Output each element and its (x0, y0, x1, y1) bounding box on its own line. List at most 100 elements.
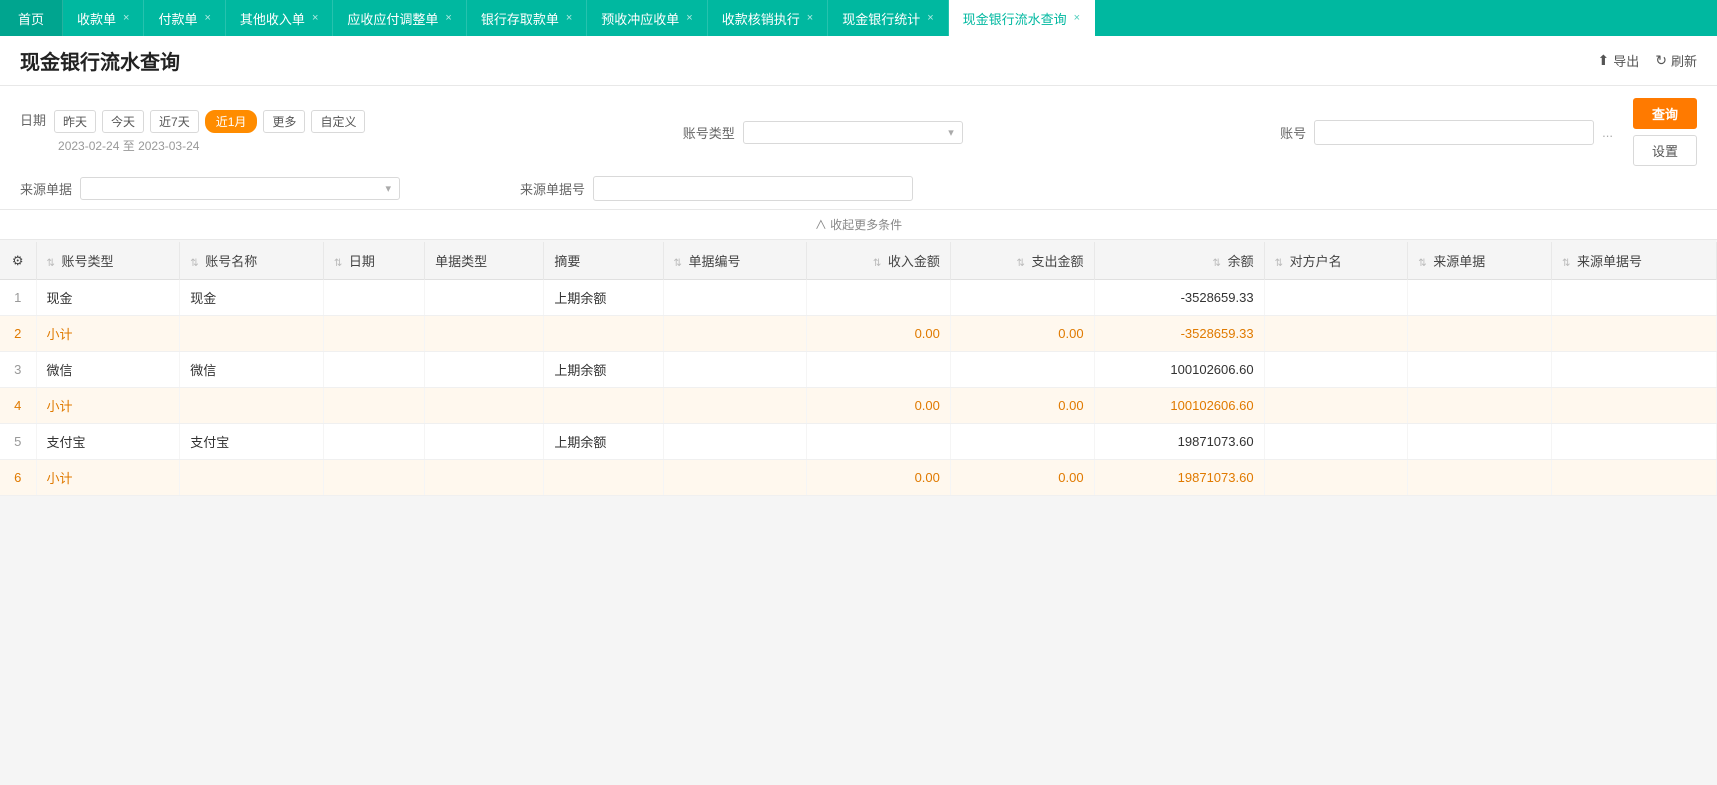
cell-doc-type (425, 424, 544, 460)
cell-doc-type (425, 280, 544, 316)
cell-source-doc-no (1551, 352, 1716, 388)
col-source-doc-no[interactable]: ⇅ 来源单据号 (1551, 242, 1716, 280)
cell-date (323, 388, 424, 424)
col-income[interactable]: ⇅ 收入金额 (807, 242, 951, 280)
close-icon[interactable]: × (204, 12, 210, 24)
date-range: 2023-02-24 至 2023-03-24 (58, 137, 365, 154)
close-icon[interactable]: × (807, 12, 813, 24)
col-expense[interactable]: ⇅ 支出金额 (950, 242, 1094, 280)
nav-item-yingshou[interactable]: 应收应付调整单 × (333, 0, 466, 36)
nav-item-yinhang[interactable]: 银行存取款单 × (467, 0, 587, 36)
cell-summary (544, 460, 663, 496)
close-icon[interactable]: × (312, 12, 318, 24)
filter-row-1: 日期 昨天 今天 近7天 近1月 更多 自定义 2023-02-24 至 202… (20, 98, 1697, 166)
date-btn-7days[interactable]: 近7天 (150, 110, 199, 133)
cell-balance: -3528659.33 (1094, 280, 1264, 316)
nav-item-fukuan[interactable]: 付款单 × (144, 0, 225, 36)
cell-doc-no (663, 424, 807, 460)
col-source-doc[interactable]: ⇅ 来源单据 (1408, 242, 1552, 280)
cell-source-doc (1408, 460, 1552, 496)
close-icon[interactable]: × (123, 12, 129, 24)
cell-summary (544, 388, 663, 424)
cell-balance: 100102606.60 (1094, 352, 1264, 388)
collapse-bar[interactable]: ∧ 收起更多条件 (0, 210, 1717, 240)
source-doc-filter: 来源单据 ▾ (20, 177, 400, 200)
nav-label: 收款核销执行 (722, 9, 800, 28)
nav-item-xianjin-stat[interactable]: 现金银行统计 × (828, 0, 948, 36)
close-icon[interactable]: × (686, 12, 692, 24)
nav-item-xianjin-query[interactable]: 现金银行流水查询 × (949, 0, 1095, 36)
refresh-icon: ↻ (1655, 52, 1667, 69)
refresh-button[interactable]: ↻ 刷新 (1655, 51, 1697, 70)
date-btn-more[interactable]: 更多 (263, 110, 305, 133)
chevron-up-icon: ∧ (815, 218, 827, 232)
cell-date (323, 280, 424, 316)
source-doc-no-filter: 来源单据号 (520, 176, 913, 201)
settings-button[interactable]: 设置 (1633, 135, 1697, 166)
close-icon[interactable]: × (445, 12, 451, 24)
cell-balance: 19871073.60 (1094, 460, 1264, 496)
cell-income: 0.00 (807, 316, 951, 352)
col-date[interactable]: ⇅ 日期 (323, 242, 424, 280)
more-options-button[interactable]: ... (1602, 125, 1613, 140)
cell-income (807, 352, 951, 388)
cell-doc-type (425, 388, 544, 424)
filter-area: 日期 昨天 今天 近7天 近1月 更多 自定义 2023-02-24 至 202… (0, 86, 1717, 210)
nav-item-qitashouru[interactable]: 其他收入单 × (226, 0, 333, 36)
cell-summary: 上期余额 (544, 424, 663, 460)
date-btn-custom[interactable]: 自定义 (311, 110, 365, 133)
cell-source-doc (1408, 316, 1552, 352)
nav-label: 付款单 (158, 9, 197, 28)
cell-expense (950, 352, 1094, 388)
nav-label: 预收冲应收单 (601, 9, 679, 28)
cell-doc-no (663, 280, 807, 316)
refresh-label: 刷新 (1671, 51, 1697, 70)
export-button[interactable]: ⬆ 导出 (1598, 51, 1640, 70)
gear-icon: ⚙ (12, 253, 24, 268)
page-title: 现金银行流水查询 (20, 46, 180, 75)
cell-summary: 上期余额 (544, 280, 663, 316)
account-type-select[interactable]: ▾ (743, 121, 963, 144)
col-account-type[interactable]: ⇅ 账号类型 (36, 242, 180, 280)
export-label: 导出 (1613, 51, 1639, 70)
chevron-down-icon: ▾ (948, 126, 954, 139)
cell-summary (544, 316, 663, 352)
query-button[interactable]: 查询 (1633, 98, 1697, 129)
date-btn-today[interactable]: 今天 (102, 110, 144, 133)
nav-item-shoukuan[interactable]: 收款核销执行 × (708, 0, 828, 36)
cell-doc-no (663, 316, 807, 352)
cell-doc-type (425, 460, 544, 496)
cell-account-type: 小计 (36, 316, 180, 352)
cell-expense (950, 280, 1094, 316)
cell-source-doc-no (1551, 388, 1716, 424)
header-actions: ⬆ 导出 ↻ 刷新 (1598, 51, 1698, 70)
cell-doc-type (425, 316, 544, 352)
close-icon[interactable]: × (566, 12, 572, 24)
col-doc-no[interactable]: ⇅ 单据编号 (663, 242, 807, 280)
nav-home[interactable]: 首页 (0, 0, 63, 36)
date-btn-yesterday[interactable]: 昨天 (54, 110, 96, 133)
col-account-name[interactable]: ⇅ 账号名称 (180, 242, 324, 280)
source-doc-select[interactable]: ▾ (80, 177, 400, 200)
source-doc-no-input[interactable] (593, 176, 913, 201)
cell-source-doc-no (1551, 460, 1716, 496)
col-counterparty[interactable]: ⇅ 对方户名 (1264, 242, 1408, 280)
sort-icon: ⇅ (334, 258, 342, 269)
cell-balance: 19871073.60 (1094, 424, 1264, 460)
close-icon[interactable]: × (1074, 12, 1080, 24)
data-table: ⚙ ⇅ 账号类型 ⇅ 账号名称 ⇅ 日期 单据类型 摘要 (0, 242, 1717, 496)
table-row: 1 现金 现金 上期余额 -3528659.33 (0, 280, 1717, 316)
account-input[interactable] (1314, 120, 1594, 145)
cell-account-type: 小计 (36, 460, 180, 496)
close-icon[interactable]: × (927, 12, 933, 24)
sort-icon: ⇅ (1017, 258, 1025, 269)
col-balance[interactable]: ⇅ 余额 (1094, 242, 1264, 280)
table-header-row: ⚙ ⇅ 账号类型 ⇅ 账号名称 ⇅ 日期 单据类型 摘要 (0, 242, 1717, 280)
nav-item-yushou[interactable]: 预收冲应收单 × (587, 0, 707, 36)
col-settings[interactable]: ⚙ (0, 242, 36, 280)
action-buttons: 查询 设置 (1633, 98, 1697, 166)
sort-icon: ⇅ (47, 258, 55, 269)
nav-item-shoudan[interactable]: 收款单 × (63, 0, 144, 36)
cell-source-doc (1408, 352, 1552, 388)
date-btn-1month[interactable]: 近1月 (205, 110, 258, 133)
